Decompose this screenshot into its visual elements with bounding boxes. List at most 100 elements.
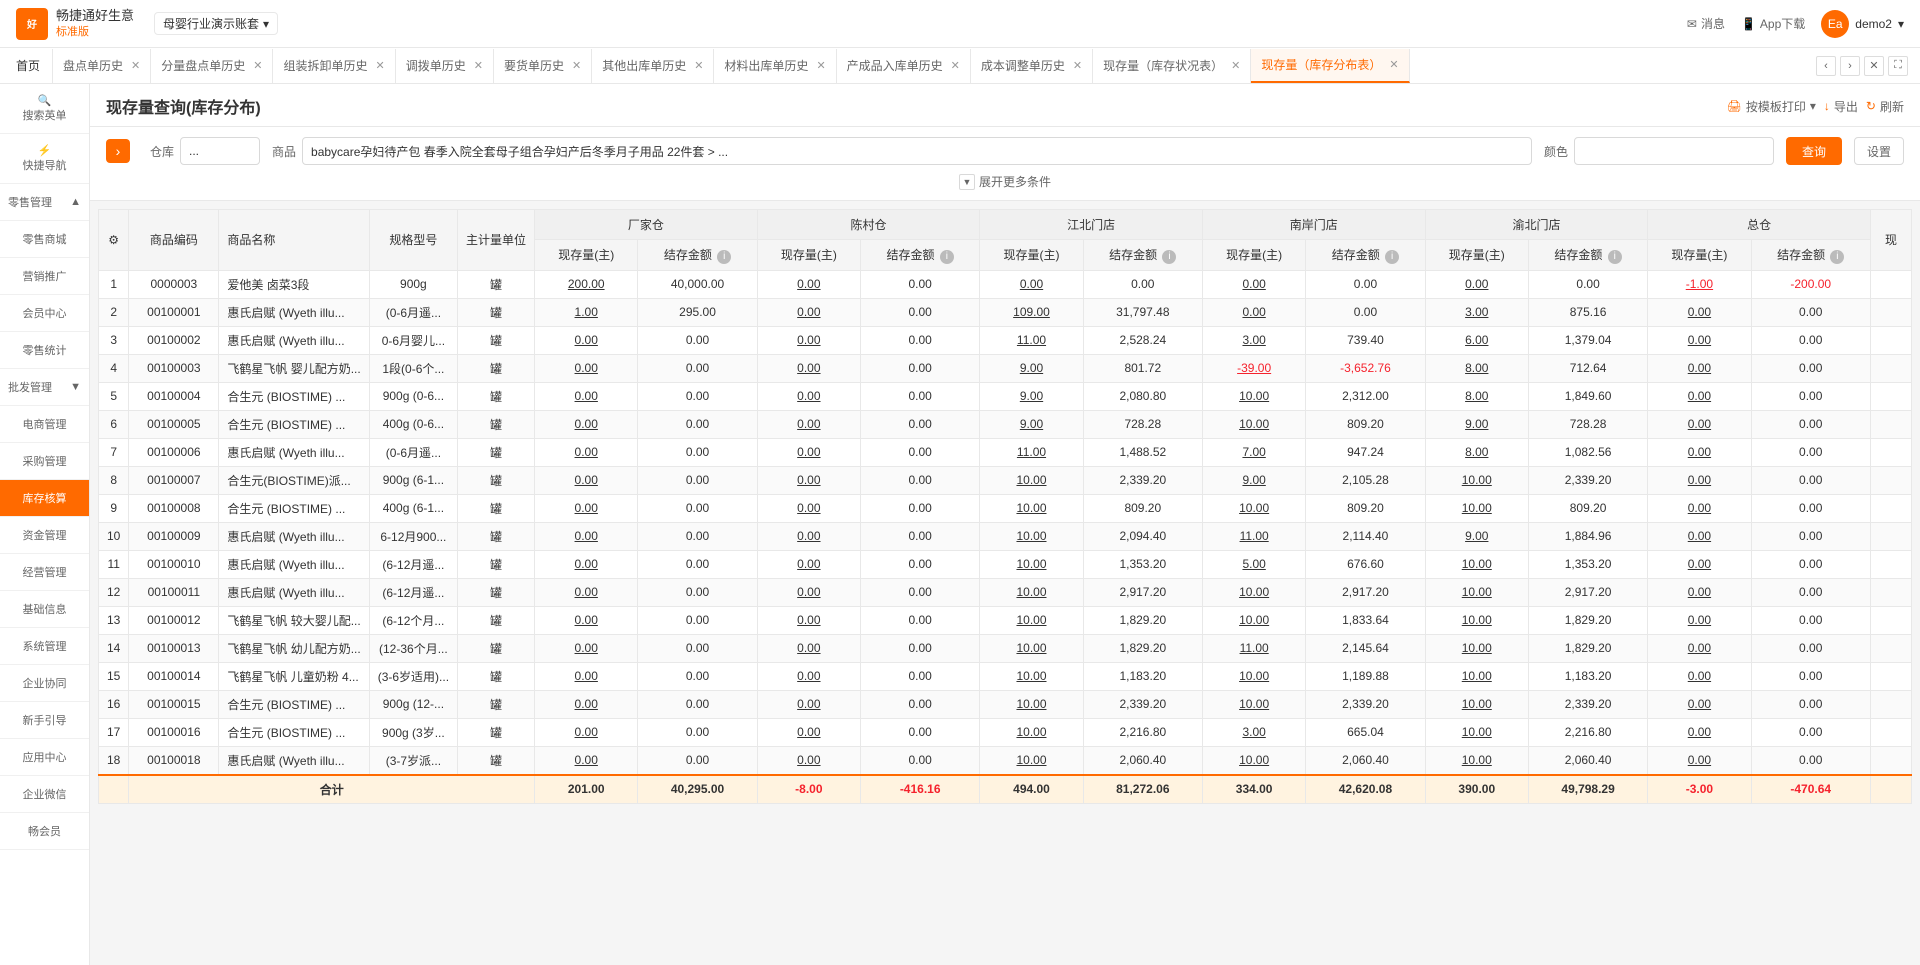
expand-row[interactable]: ▼ 展开更多条件: [106, 173, 1904, 190]
cell-f-stock[interactable]: 0.00: [535, 410, 638, 438]
tab-5-close[interactable]: ✕: [572, 59, 581, 72]
cell-jb-stock[interactable]: 10.00: [980, 494, 1083, 522]
warehouse-input[interactable]: [180, 137, 260, 165]
app-download-btn[interactable]: 📱 App下载: [1741, 15, 1805, 32]
cell-na-stock[interactable]: 11.00: [1202, 634, 1305, 662]
goods-input[interactable]: [302, 137, 1532, 165]
cell-t-stock[interactable]: 0.00: [1648, 298, 1751, 326]
tab-9-close[interactable]: ✕: [1073, 59, 1082, 72]
sidebar-item-purchase[interactable]: 采购管理: [0, 443, 89, 480]
tab-11-close[interactable]: ✕: [1389, 58, 1398, 71]
cell-f-stock[interactable]: 0.00: [535, 354, 638, 382]
sidebar-item-inventory[interactable]: 库存核算: [0, 480, 89, 517]
cell-yb-stock[interactable]: 10.00: [1425, 578, 1528, 606]
cell-f-stock[interactable]: 0.00: [535, 718, 638, 746]
cell-f-stock[interactable]: 0.00: [535, 662, 638, 690]
cell-t-stock[interactable]: 0.00: [1648, 578, 1751, 606]
cell-yb-stock[interactable]: 8.00: [1425, 438, 1528, 466]
cell-na-stock[interactable]: 0.00: [1202, 298, 1305, 326]
tab-10-close[interactable]: ✕: [1231, 59, 1240, 72]
cell-yb-stock[interactable]: 10.00: [1425, 466, 1528, 494]
cell-na-stock[interactable]: 10.00: [1202, 690, 1305, 718]
cell-yb-stock[interactable]: 10.00: [1425, 494, 1528, 522]
cell-na-stock[interactable]: 3.00: [1202, 718, 1305, 746]
tab-expand-btn[interactable]: ⛶: [1888, 56, 1908, 76]
tab-5[interactable]: 要货单历史 ✕: [494, 49, 592, 83]
cell-t-stock[interactable]: 0.00: [1648, 634, 1751, 662]
cell-f-stock[interactable]: 0.00: [535, 578, 638, 606]
cell-c-stock[interactable]: 0.00: [757, 438, 860, 466]
cell-t-stock[interactable]: 0.00: [1648, 746, 1751, 775]
cell-t-stock[interactable]: 0.00: [1648, 326, 1751, 354]
cell-jb-stock[interactable]: 9.00: [980, 410, 1083, 438]
cell-yb-stock[interactable]: 10.00: [1425, 690, 1528, 718]
cell-jb-stock[interactable]: 11.00: [980, 326, 1083, 354]
cell-c-stock[interactable]: 0.00: [757, 466, 860, 494]
refresh-btn[interactable]: ↻ 刷新: [1866, 98, 1904, 115]
tab-10[interactable]: 现存量（库存状况表）✕: [1093, 49, 1251, 83]
cell-t-stock[interactable]: 0.00: [1648, 550, 1751, 578]
cell-yb-stock[interactable]: 9.00: [1425, 522, 1528, 550]
sidebar-item-search[interactable]: 🔍 搜索英单: [0, 84, 89, 134]
cell-jb-stock[interactable]: 9.00: [980, 382, 1083, 410]
tab-4-close[interactable]: ✕: [474, 59, 483, 72]
tab-2-close[interactable]: ✕: [253, 59, 262, 72]
cell-t-stock[interactable]: -1.00: [1648, 270, 1751, 298]
cell-f-stock[interactable]: 0.00: [535, 326, 638, 354]
cell-na-stock[interactable]: 7.00: [1202, 438, 1305, 466]
cell-jb-stock[interactable]: 10.00: [980, 718, 1083, 746]
sidebar-item-vip[interactable]: 畅会员: [0, 813, 89, 850]
cell-yb-stock[interactable]: 3.00: [1425, 298, 1528, 326]
cell-jb-stock[interactable]: 10.00: [980, 578, 1083, 606]
sidebar-item-member[interactable]: 会员中心: [0, 295, 89, 332]
tab-1[interactable]: 盘点单历史 ✕: [53, 49, 151, 83]
sidebar-item-system[interactable]: 系统管理: [0, 628, 89, 665]
cell-c-stock[interactable]: 0.00: [757, 718, 860, 746]
cell-jb-stock[interactable]: 10.00: [980, 746, 1083, 775]
sidebar-item-retail-shop[interactable]: 零售商城: [0, 221, 89, 258]
cell-c-stock[interactable]: 0.00: [757, 410, 860, 438]
cell-t-stock[interactable]: 0.00: [1648, 466, 1751, 494]
cell-na-stock[interactable]: 10.00: [1202, 410, 1305, 438]
cell-f-stock[interactable]: 0.00: [535, 438, 638, 466]
cell-f-stock[interactable]: 0.00: [535, 466, 638, 494]
message-btn[interactable]: ✉ 消息: [1687, 15, 1725, 32]
factory-amt-info[interactable]: i: [717, 250, 731, 264]
setting-btn[interactable]: 设置: [1854, 137, 1904, 165]
cell-na-stock[interactable]: 10.00: [1202, 578, 1305, 606]
settings-icon[interactable]: ⚙: [108, 233, 119, 247]
cell-c-stock[interactable]: 0.00: [757, 578, 860, 606]
tab-next-btn[interactable]: ›: [1840, 56, 1860, 76]
tab-2[interactable]: 分量盘点单历史 ✕: [151, 49, 273, 83]
chenshan-amt-info[interactable]: i: [940, 250, 954, 264]
cell-yb-stock[interactable]: 10.00: [1425, 550, 1528, 578]
sidebar-item-guide[interactable]: 新手引导: [0, 702, 89, 739]
tab-4[interactable]: 调拨单历史 ✕: [396, 49, 494, 83]
cell-t-stock[interactable]: 0.00: [1648, 522, 1751, 550]
tab-6[interactable]: 其他出库单历史 ✕: [592, 49, 714, 83]
cell-jb-stock[interactable]: 10.00: [980, 522, 1083, 550]
tab-3[interactable]: 组装拆卸单历史 ✕: [273, 49, 395, 83]
cell-yb-stock[interactable]: 8.00: [1425, 354, 1528, 382]
sidebar-item-marketing[interactable]: 营销推广: [0, 258, 89, 295]
cell-t-stock[interactable]: 0.00: [1648, 410, 1751, 438]
cell-t-stock[interactable]: 0.00: [1648, 662, 1751, 690]
tab-7[interactable]: 材料出库单历史 ✕: [714, 49, 836, 83]
sidebar-item-ecommerce[interactable]: 电商管理: [0, 406, 89, 443]
total-amt-info[interactable]: i: [1830, 250, 1844, 264]
cell-f-stock[interactable]: 0.00: [535, 606, 638, 634]
cell-f-stock[interactable]: 0.00: [535, 634, 638, 662]
cell-t-stock[interactable]: 0.00: [1648, 382, 1751, 410]
search-btn[interactable]: 查询: [1786, 137, 1842, 165]
cell-c-stock[interactable]: 0.00: [757, 606, 860, 634]
cell-c-stock[interactable]: 0.00: [757, 690, 860, 718]
cell-yb-stock[interactable]: 9.00: [1425, 410, 1528, 438]
cell-f-stock[interactable]: 0.00: [535, 494, 638, 522]
cell-f-stock[interactable]: 1.00: [535, 298, 638, 326]
cell-na-stock[interactable]: 10.00: [1202, 382, 1305, 410]
sidebar-item-ops[interactable]: 经营管理: [0, 554, 89, 591]
cell-yb-stock[interactable]: 10.00: [1425, 746, 1528, 775]
cell-f-stock[interactable]: 200.00: [535, 270, 638, 298]
tab-prev-btn[interactable]: ‹: [1816, 56, 1836, 76]
tab-1-close[interactable]: ✕: [131, 59, 140, 72]
